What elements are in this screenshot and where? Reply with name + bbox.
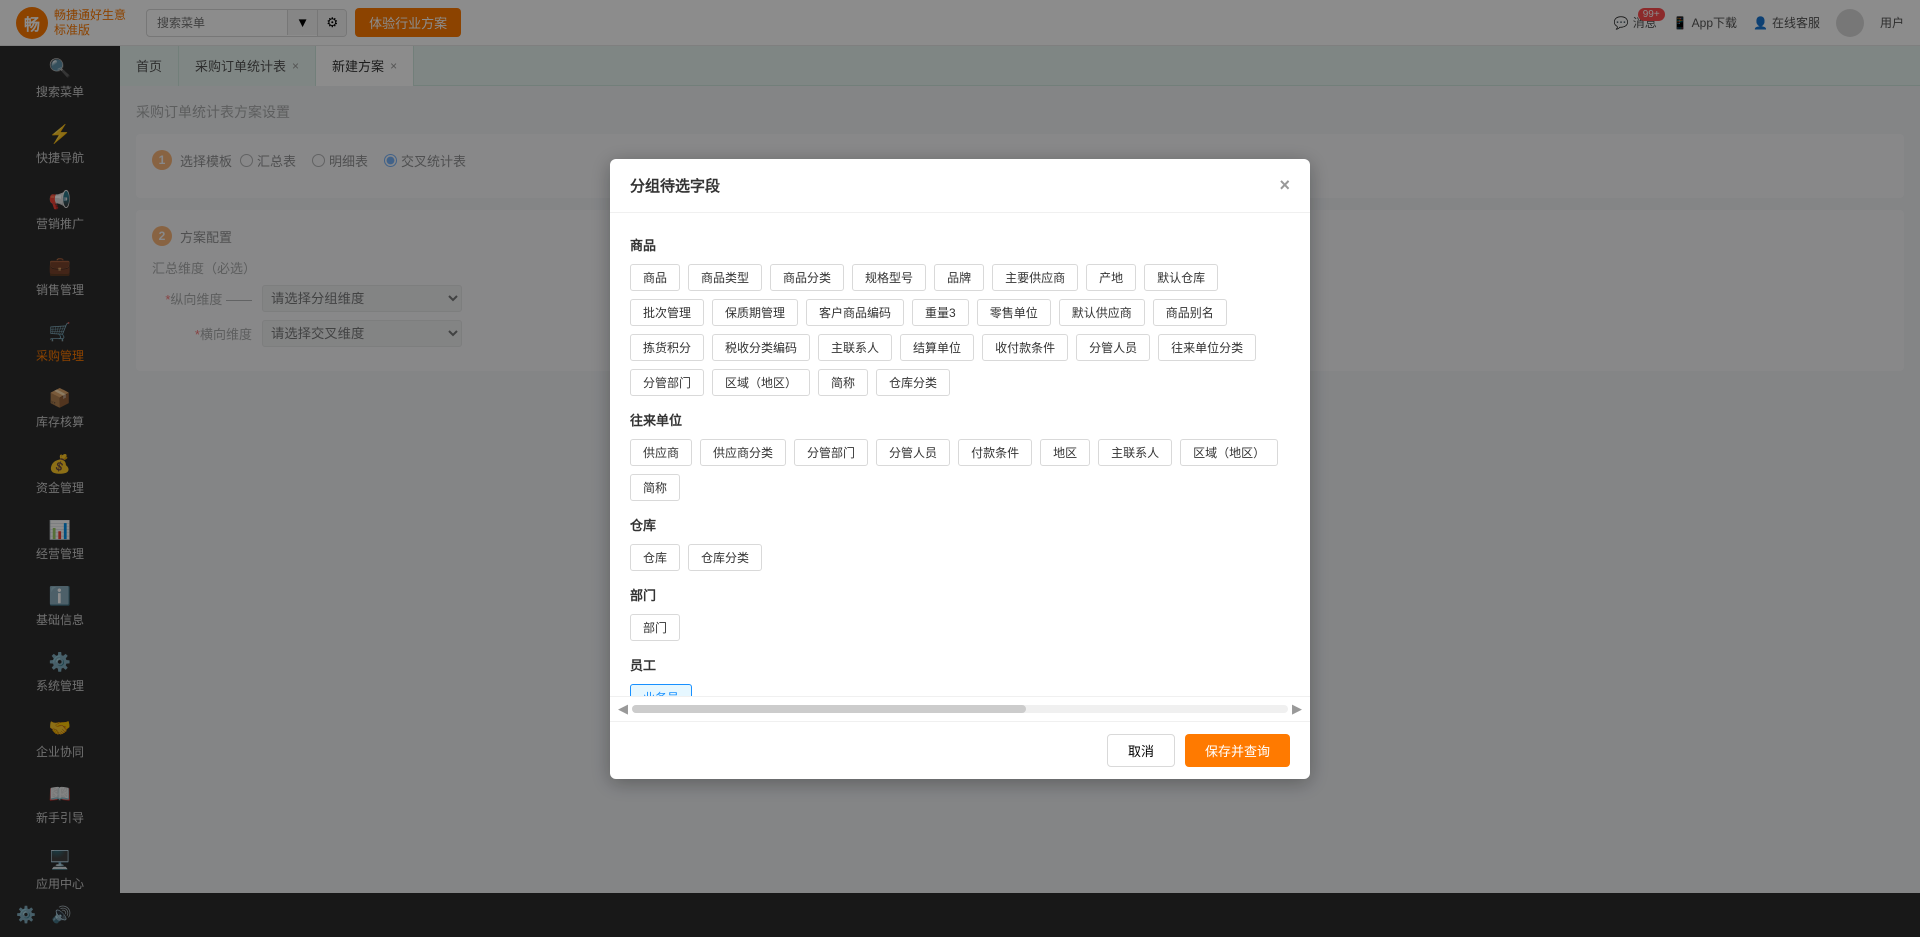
field-tag[interactable]: 仓库 (630, 544, 680, 571)
field-tag[interactable]: 供应商分类 (700, 439, 786, 466)
section-title-dept: 部门 (630, 585, 1290, 604)
field-tag[interactable]: 零售单位 (977, 299, 1051, 326)
field-tag[interactable]: 商品别名 (1153, 299, 1227, 326)
section-title-warehouse: 仓库 (630, 515, 1290, 534)
field-tag[interactable]: 主联系人 (818, 334, 892, 361)
section-title-staff: 员工 (630, 655, 1290, 674)
field-tag[interactable]: 默认仓库 (1144, 264, 1218, 291)
field-tag[interactable]: 仓库分类 (688, 544, 762, 571)
field-grid-warehouse: 仓库 仓库分类 (630, 544, 1290, 571)
field-tag[interactable]: 分管部门 (630, 369, 704, 396)
field-tag[interactable]: 主要供应商 (992, 264, 1078, 291)
scroll-thumb[interactable] (632, 705, 1026, 713)
field-tag[interactable]: 默认供应商 (1059, 299, 1145, 326)
field-tag[interactable]: 商品类型 (688, 264, 762, 291)
field-tag-staff[interactable]: 业务员 (630, 684, 692, 696)
modal-header: 分组待选字段 × (610, 159, 1310, 213)
field-tag[interactable]: 供应商 (630, 439, 692, 466)
field-tag[interactable]: 简称 (818, 369, 868, 396)
field-tag[interactable]: 产地 (1086, 264, 1136, 291)
modal-cancel-button[interactable]: 取消 (1107, 734, 1175, 767)
field-tag[interactable]: 区域（地区） (1180, 439, 1278, 466)
field-tag[interactable]: 商品 (630, 264, 680, 291)
field-tag[interactable]: 主联系人 (1098, 439, 1172, 466)
modal-close-button[interactable]: × (1279, 176, 1290, 194)
section-title-partner: 往来单位 (630, 410, 1290, 429)
field-tag[interactable]: 商品分类 (770, 264, 844, 291)
field-tag[interactable]: 收付款条件 (982, 334, 1068, 361)
field-tag[interactable]: 分管部门 (794, 439, 868, 466)
field-tag[interactable]: 往来单位分类 (1158, 334, 1256, 361)
scroll-right-arrow[interactable]: ▶ (1292, 701, 1302, 717)
field-tag[interactable]: 批次管理 (630, 299, 704, 326)
field-tag[interactable]: 分管人员 (876, 439, 950, 466)
horizontal-scrollbar[interactable]: ◀ ▶ (610, 696, 1310, 721)
field-grid-partner: 供应商 供应商分类 分管部门 分管人员 付款条件 地区 主联系人 区域（地区） … (630, 439, 1290, 501)
scroll-track[interactable] (632, 705, 1288, 713)
field-grid-dept: 部门 (630, 614, 1290, 641)
modal-body: 商品 商品 商品类型 商品分类 规格型号 品牌 主要供应商 产地 默认仓库 批次… (610, 213, 1310, 696)
field-tag[interactable]: 品牌 (934, 264, 984, 291)
field-tag[interactable]: 部门 (630, 614, 680, 641)
modal-dialog: 分组待选字段 × 商品 商品 商品类型 商品分类 规格型号 品牌 主要供应商 产… (610, 159, 1310, 779)
modal-overlay: 分组待选字段 × 商品 商品 商品类型 商品分类 规格型号 品牌 主要供应商 产… (0, 0, 1920, 937)
field-tag[interactable]: 付款条件 (958, 439, 1032, 466)
modal-footer: 取消 保存并查询 (610, 721, 1310, 779)
field-tag[interactable]: 分管人员 (1076, 334, 1150, 361)
field-tag[interactable]: 保质期管理 (712, 299, 798, 326)
modal-confirm-button[interactable]: 保存并查询 (1185, 734, 1290, 767)
field-tag[interactable]: 仓库分类 (876, 369, 950, 396)
field-tag[interactable]: 区域（地区） (712, 369, 810, 396)
modal-title: 分组待选字段 (630, 175, 720, 196)
section-title-goods: 商品 (630, 235, 1290, 254)
field-tag[interactable]: 结算单位 (900, 334, 974, 361)
field-tag[interactable]: 地区 (1040, 439, 1090, 466)
field-tag[interactable]: 客户商品编码 (806, 299, 904, 326)
field-tag[interactable]: 简称 (630, 474, 680, 501)
field-tag[interactable]: 重量3 (912, 299, 969, 326)
field-tag[interactable]: 税收分类编码 (712, 334, 810, 361)
field-tag[interactable]: 拣货积分 (630, 334, 704, 361)
scroll-left-arrow[interactable]: ◀ (618, 701, 628, 717)
field-tag[interactable]: 规格型号 (852, 264, 926, 291)
field-grid-staff: 业务员 (630, 684, 1290, 696)
field-grid-goods: 商品 商品类型 商品分类 规格型号 品牌 主要供应商 产地 默认仓库 批次管理 … (630, 264, 1290, 396)
